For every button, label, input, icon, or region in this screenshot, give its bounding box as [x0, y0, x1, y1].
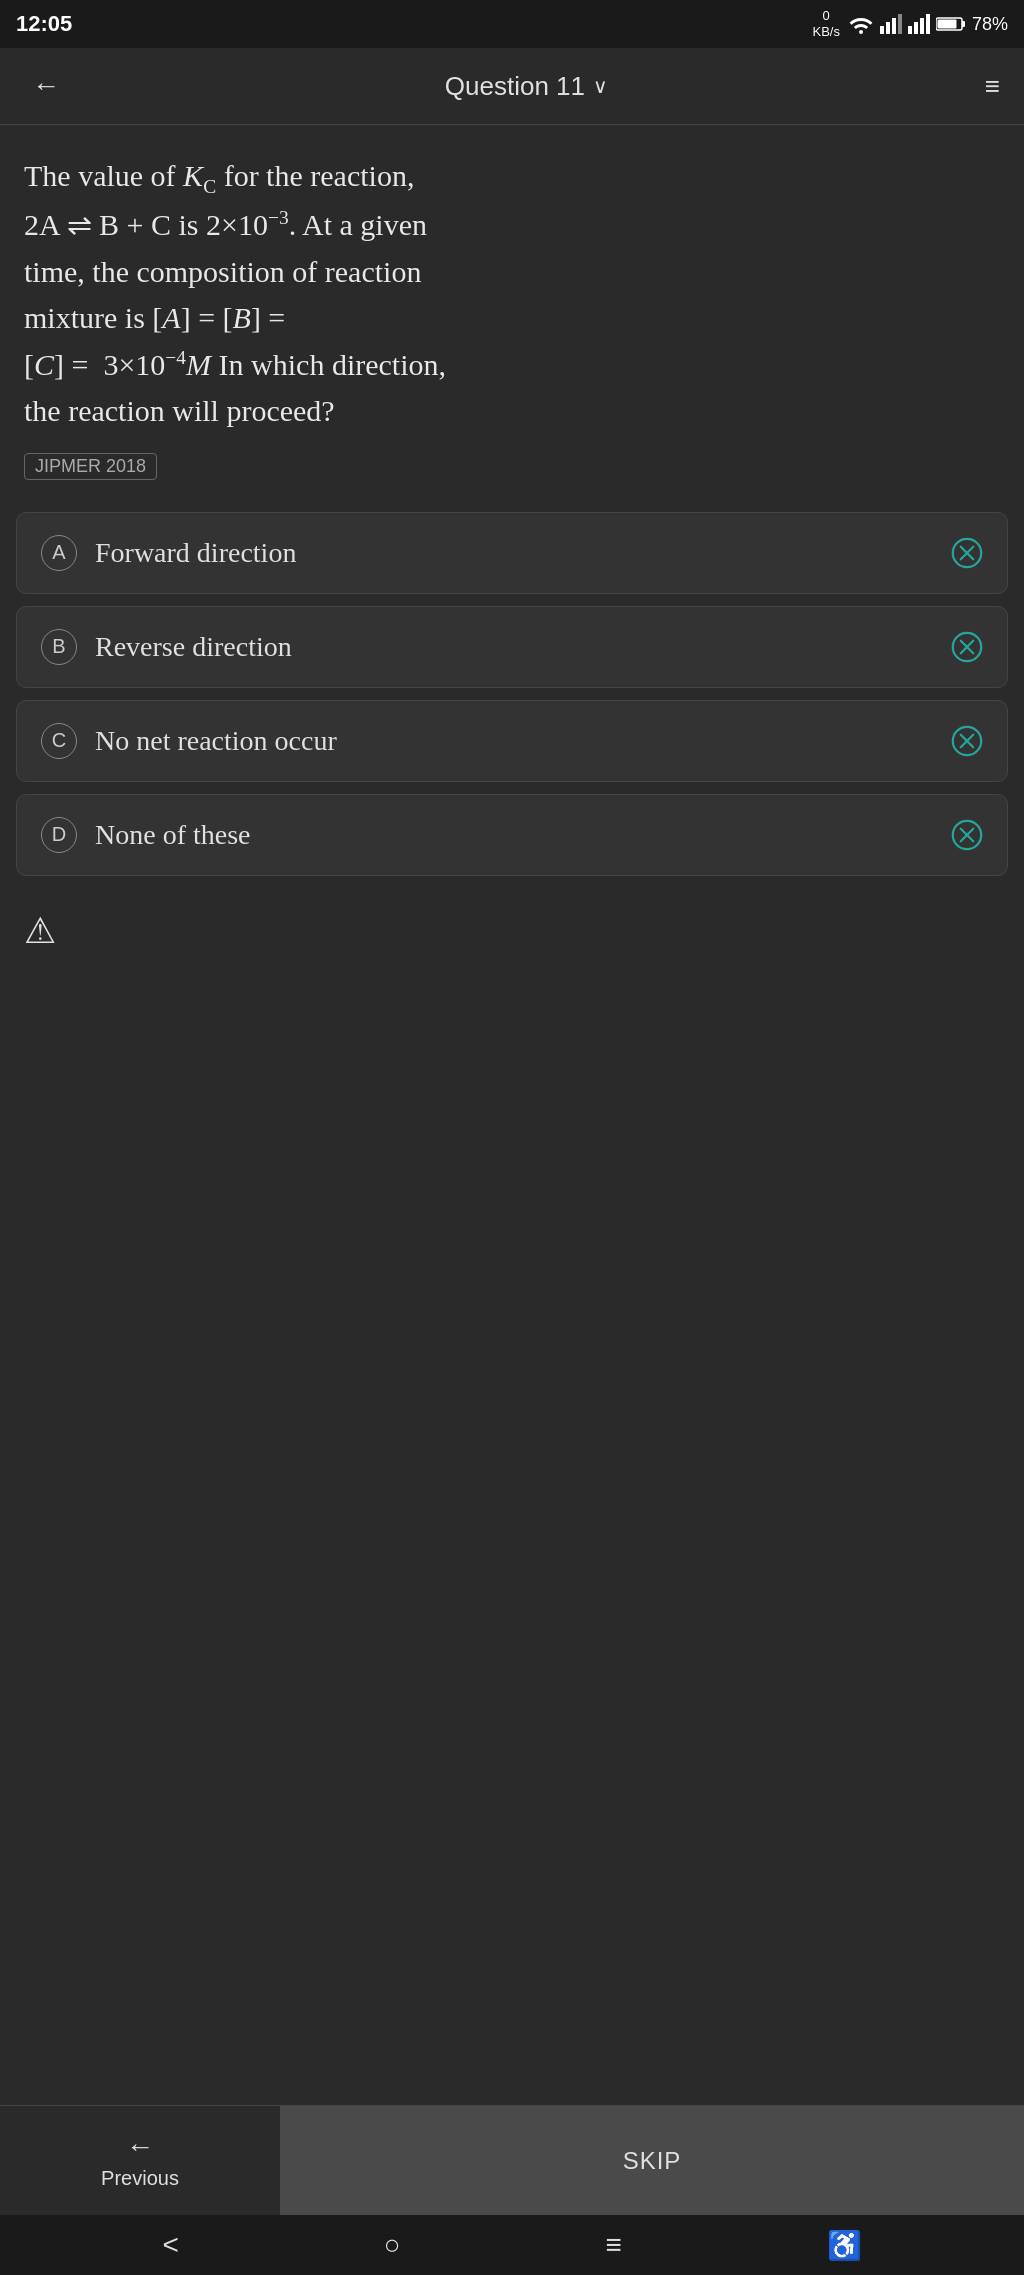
option-a-left: A Forward direction	[41, 535, 296, 571]
option-b-letter: B	[41, 629, 77, 665]
bottom-nav: ← Previous SKIP	[0, 2105, 1024, 2215]
option-c-letter: C	[41, 723, 77, 759]
option-c[interactable]: C No net reaction occur	[16, 700, 1008, 782]
option-d-text: None of these	[95, 819, 251, 851]
svg-rect-10	[962, 21, 965, 27]
svg-rect-3	[892, 18, 896, 34]
nav-menu-button[interactable]: ≡	[985, 71, 1000, 102]
source-tag: JIPMER 2018	[24, 435, 1000, 480]
svg-rect-7	[920, 18, 924, 34]
svg-rect-2	[886, 22, 890, 34]
svg-rect-6	[914, 22, 918, 34]
battery-icon	[936, 16, 966, 32]
option-d[interactable]: D None of these	[16, 794, 1008, 876]
option-d-letter: D	[41, 817, 77, 853]
option-c-text: No net reaction occur	[95, 725, 337, 757]
option-b-cancel-icon	[951, 631, 983, 663]
question-text: The value of KC for the reaction, 2A ⇌ B…	[24, 153, 1000, 435]
previous-button[interactable]: ← Previous	[0, 2106, 280, 2215]
option-c-left: C No net reaction occur	[41, 723, 337, 759]
svg-rect-8	[926, 14, 930, 34]
option-d-left: D None of these	[41, 817, 251, 853]
skip-button[interactable]: SKIP	[280, 2106, 1024, 2215]
signal-icon-2	[908, 14, 930, 34]
option-b[interactable]: B Reverse direction	[16, 606, 1008, 688]
option-b-left: B Reverse direction	[41, 629, 292, 665]
svg-rect-4	[898, 14, 902, 34]
status-right: 0 KB/s	[813, 8, 1009, 39]
question-area: The value of KC for the reaction, 2A ⇌ B…	[0, 125, 1024, 496]
sys-home-button[interactable]: ○	[384, 2229, 401, 2261]
option-a-text: Forward direction	[95, 537, 296, 569]
svg-rect-5	[908, 26, 912, 34]
status-kb-left: 0 KB/s	[813, 8, 840, 39]
wifi-icon	[848, 14, 874, 34]
option-c-cancel-icon	[951, 725, 983, 757]
nav-title-area: Question 11 ∨	[445, 71, 608, 102]
signal-icon	[880, 14, 902, 34]
prev-label: Previous	[101, 2167, 179, 2190]
status-time: 12:05	[16, 11, 72, 37]
nav-title-text: Question 11	[445, 71, 585, 102]
status-bar: 12:05 0 KB/s	[0, 0, 1024, 48]
warning-area: ⚠	[0, 892, 1024, 970]
nav-chevron-icon[interactable]: ∨	[593, 74, 608, 98]
status-icons: 78%	[848, 14, 1008, 35]
svg-rect-1	[880, 26, 884, 34]
sys-accessibility-button[interactable]: ♿	[827, 2229, 862, 2262]
option-a[interactable]: A Forward direction	[16, 512, 1008, 594]
prev-arrow-icon: ←	[126, 2131, 154, 2163]
kc-symbol: KC	[183, 159, 216, 192]
option-d-cancel-icon	[951, 819, 983, 851]
sys-back-button[interactable]: <	[162, 2229, 178, 2261]
spacer	[0, 970, 1024, 1370]
option-b-text: Reverse direction	[95, 631, 292, 663]
options-area: A Forward direction B Reverse direction …	[0, 496, 1024, 892]
system-nav: < ○ ≡ ♿	[0, 2215, 1024, 2275]
svg-point-0	[859, 30, 863, 34]
warning-icon: ⚠	[24, 911, 56, 951]
top-nav: ← Question 11 ∨ ≡	[0, 48, 1024, 125]
nav-back-button[interactable]: ←	[24, 66, 68, 106]
sys-menu-button[interactable]: ≡	[605, 2229, 621, 2261]
option-a-cancel-icon	[951, 537, 983, 569]
option-a-letter: A	[41, 535, 77, 571]
svg-rect-11	[937, 20, 956, 29]
battery-percent: 78%	[972, 14, 1008, 35]
